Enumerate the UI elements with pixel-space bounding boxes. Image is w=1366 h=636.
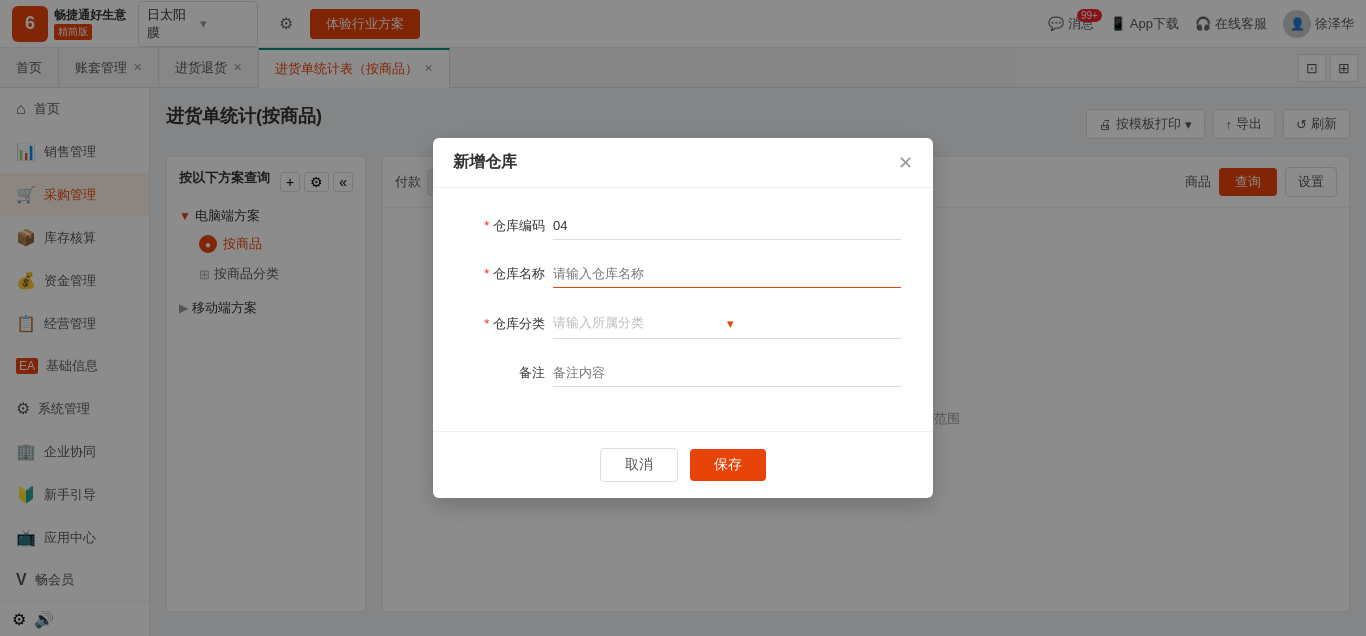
warehouse-category-select[interactable]: 请输入所属分类 ▾ [553, 308, 901, 339]
warehouse-remark-input[interactable] [553, 359, 901, 387]
modal-body: 仓库编码 仓库名称 仓库分类 请输入所属分类 ▾ 备注 [433, 188, 933, 431]
warehouse-code-row: 仓库编码 [465, 212, 901, 240]
modal-overlay: 新增仓库 ✕ 仓库编码 仓库名称 仓库分类 请输入所属分类 ▾ [0, 0, 1366, 636]
warehouse-name-input[interactable] [553, 260, 901, 288]
modal-close-button[interactable]: ✕ [898, 154, 913, 172]
warehouse-code-input[interactable] [553, 212, 901, 240]
warehouse-remark-row: 备注 [465, 359, 901, 387]
cancel-button[interactable]: 取消 [600, 448, 678, 482]
warehouse-remark-label: 备注 [465, 364, 545, 382]
warehouse-code-label: 仓库编码 [465, 217, 545, 235]
category-arrow-icon: ▾ [727, 316, 901, 331]
warehouse-name-label: 仓库名称 [465, 265, 545, 283]
warehouse-category-placeholder: 请输入所属分类 [553, 314, 727, 332]
save-button[interactable]: 保存 [690, 449, 766, 481]
modal-footer: 取消 保存 [433, 431, 933, 498]
warehouse-name-row: 仓库名称 [465, 260, 901, 288]
add-warehouse-modal: 新增仓库 ✕ 仓库编码 仓库名称 仓库分类 请输入所属分类 ▾ [433, 138, 933, 498]
warehouse-category-row: 仓库分类 请输入所属分类 ▾ [465, 308, 901, 339]
warehouse-category-label: 仓库分类 [465, 315, 545, 333]
modal-header: 新增仓库 ✕ [433, 138, 933, 188]
modal-title: 新增仓库 [453, 152, 517, 173]
